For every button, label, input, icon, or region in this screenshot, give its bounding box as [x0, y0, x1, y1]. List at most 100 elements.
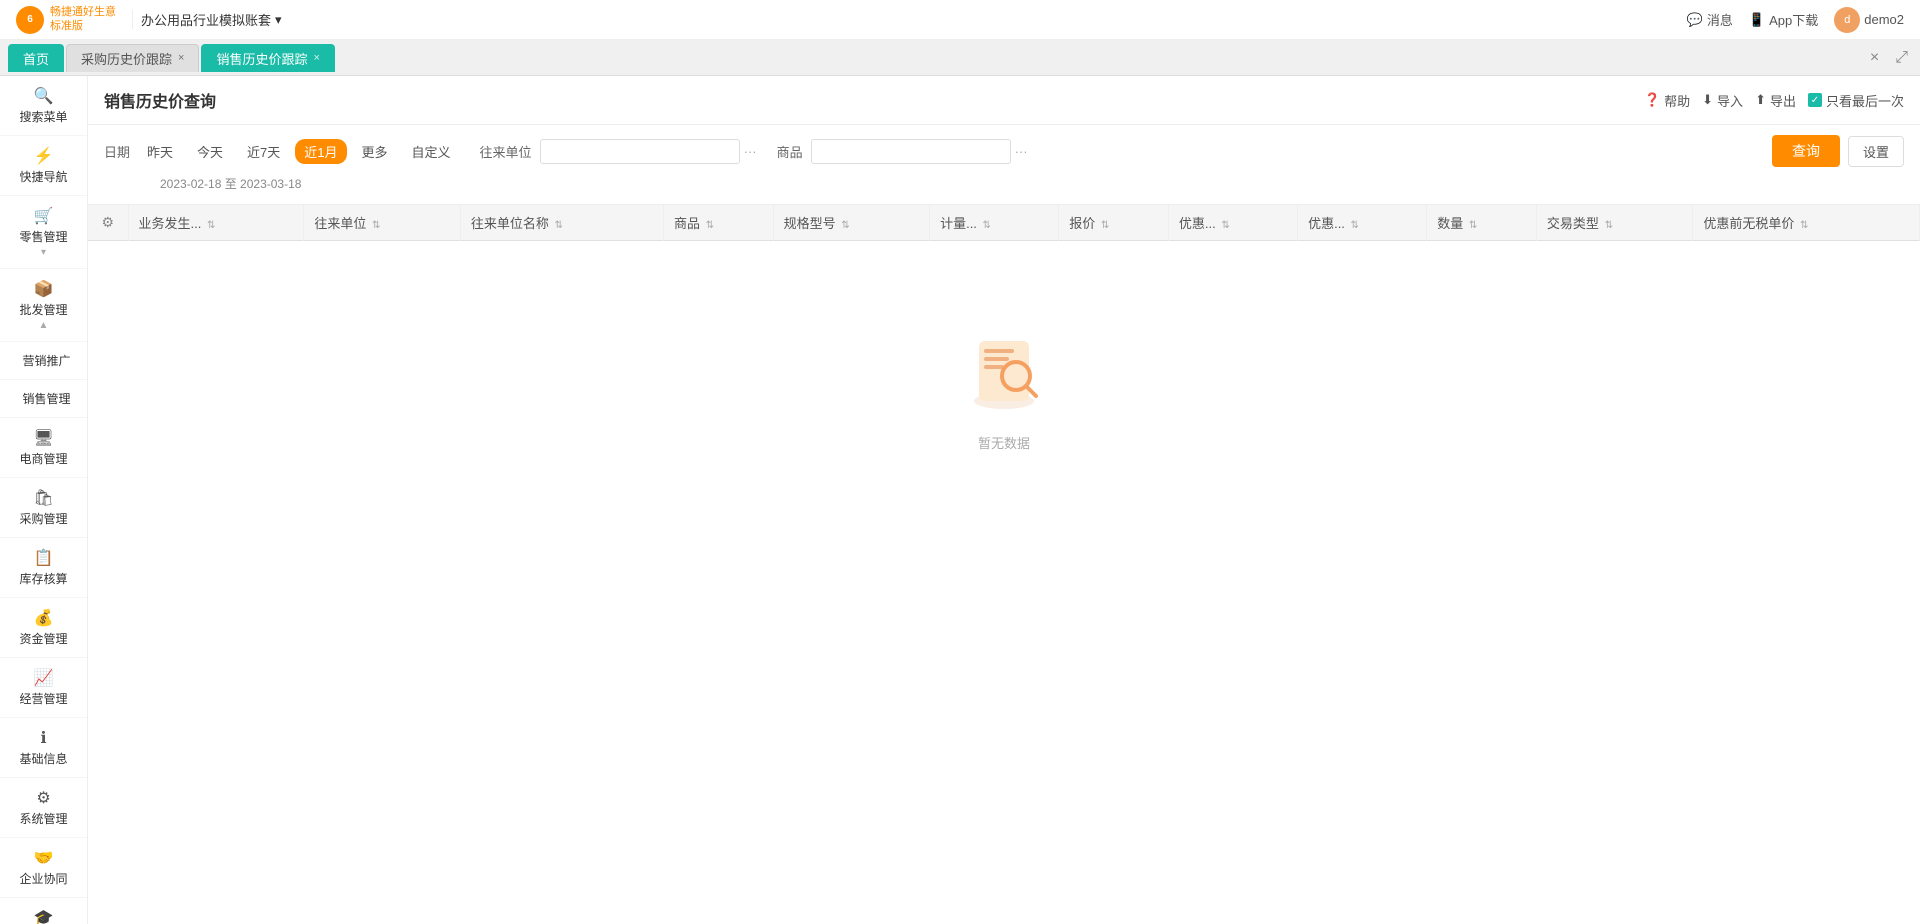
quick-nav-icon: ⚡	[34, 146, 54, 166]
user-area[interactable]: d demo2	[1834, 7, 1904, 33]
th-trade-type[interactable]: 交易类型 ⇅	[1536, 205, 1692, 241]
th-partner-name[interactable]: 往来单位名称 ⇅	[460, 205, 663, 241]
app-selector-label: 办公用品行业模拟账套	[141, 10, 271, 29]
message-icon: 💬	[1687, 12, 1703, 28]
sidebar-item-ecommerce[interactable]: 🖥 电商管理	[0, 418, 87, 478]
close-all-tabs-btn[interactable]: ×	[1866, 45, 1883, 71]
retail-arrow: ▾	[41, 247, 46, 258]
sidebar-item-wholesale[interactable]: 📦 批发管理 ▲	[0, 269, 87, 342]
partner-filter: 往来单位 ···	[480, 139, 757, 164]
product-dots[interactable]: ···	[1015, 144, 1028, 159]
sidebar-operations-label: 经营管理	[19, 690, 67, 707]
th-product[interactable]: 商品 ⇅	[663, 205, 773, 241]
sidebar-system-label: 系统管理	[19, 810, 67, 827]
product-input[interactable]	[811, 139, 1011, 164]
page-header: 销售历史价查询 ❓ 帮助 ⬇ 导入 ⬆ 导出 ✓	[88, 76, 1920, 125]
maximize-btn[interactable]: ⤢	[1891, 45, 1912, 71]
th-quote-label: 报价	[1069, 216, 1095, 231]
page-title: 销售历史价查询	[104, 88, 216, 112]
app-download-label: App下载	[1769, 10, 1818, 29]
th-gear[interactable]: ⚙	[88, 205, 128, 241]
message-label: 消息	[1707, 10, 1733, 29]
query-button[interactable]: 查询	[1772, 135, 1840, 167]
partner-dots[interactable]: ···	[744, 144, 757, 159]
th-discount1[interactable]: 优惠... ⇅	[1168, 205, 1297, 241]
th-partner-name-label: 往来单位名称	[471, 216, 549, 231]
date-btn-today[interactable]: 今天	[188, 139, 232, 164]
tab-bar: 首页 采购历史价跟踪 × 销售历史价跟踪 × × ⤢	[0, 40, 1920, 76]
th-biz-date[interactable]: 业务发生... ⇅	[128, 205, 304, 241]
th-trade-type-label: 交易类型	[1547, 216, 1599, 231]
filter-second-row: 2023-02-18 至 2023-03-18	[104, 175, 1904, 192]
message-btn[interactable]: 💬 消息	[1687, 10, 1733, 29]
help-icon: ❓	[1644, 92, 1660, 108]
sidebar-item-quick-nav[interactable]: ⚡ 快捷导航	[0, 136, 87, 196]
only-latest-checkbox[interactable]: ✓	[1808, 93, 1822, 107]
operations-icon: 📈	[34, 668, 54, 688]
sidebar-item-system[interactable]: ⚙ 系统管理	[0, 778, 87, 838]
sort-unit-icon: ⇅	[983, 220, 991, 231]
only-latest-toggle[interactable]: ✓ 只看最后一次	[1808, 91, 1904, 110]
sort-quote-icon: ⇅	[1101, 220, 1109, 231]
help-btn[interactable]: ❓ 帮助	[1644, 91, 1690, 110]
date-range-display: 2023-02-18 至 2023-03-18	[160, 175, 301, 192]
setting-button[interactable]: 设置	[1848, 136, 1904, 167]
export-btn[interactable]: ⬆ 导出	[1755, 91, 1796, 110]
th-discount2-label: 优惠...	[1308, 216, 1345, 231]
th-unit-label: 计量...	[940, 216, 977, 231]
date-btn-yesterday[interactable]: 昨天	[138, 139, 182, 164]
date-btn-1month[interactable]: 近1月	[295, 139, 346, 164]
sidebar-enterprise-label: 企业协同	[19, 870, 67, 887]
empty-state-icon	[954, 321, 1054, 421]
system-icon: ⚙	[36, 788, 50, 808]
logo-text: 畅捷通好生意 标准版	[50, 6, 116, 32]
sidebar-item-marketing[interactable]: 营销推广	[0, 342, 87, 380]
sidebar-item-retail[interactable]: 🛒 零售管理 ▾	[0, 196, 87, 269]
sort-product-icon: ⇅	[706, 220, 714, 231]
th-unit[interactable]: 计量... ⇅	[930, 205, 1059, 241]
import-btn[interactable]: ⬇ 导入	[1702, 91, 1743, 110]
sidebar-item-enterprise[interactable]: 🤝 企业协同	[0, 838, 87, 898]
th-quantity[interactable]: 数量 ⇅	[1427, 205, 1537, 241]
page-title-row: 销售历史价查询 ❓ 帮助 ⬇ 导入 ⬆ 导出 ✓	[104, 88, 1904, 112]
date-btn-7days[interactable]: 近7天	[238, 139, 289, 164]
sidebar-item-finance[interactable]: 💰 资金管理	[0, 598, 87, 658]
app-selector[interactable]: 办公用品行业模拟账套 ▾	[132, 10, 290, 29]
main-layout: 🔍 搜索菜单 ⚡ 快捷导航 🛒 零售管理 ▾ 📦 批发管理 ▲ 营销推广 销售管…	[0, 76, 1920, 924]
sidebar-item-operations[interactable]: 📈 经营管理	[0, 658, 87, 718]
filter-bar: 日期 昨天 今天 近7天 近1月 更多 自定义 往来单位 ···	[88, 125, 1920, 205]
import-icon: ⬇	[1702, 92, 1713, 108]
tab-home[interactable]: 首页	[8, 44, 64, 72]
th-discount2[interactable]: 优惠... ⇅	[1298, 205, 1427, 241]
partner-input[interactable]	[540, 139, 740, 164]
empty-state: 暂无数据	[88, 241, 1920, 532]
finance-icon: 💰	[34, 608, 54, 628]
sidebar-basic-info-label: 基础信息	[19, 750, 67, 767]
username: demo2	[1864, 12, 1904, 27]
tab-sales-history-close[interactable]: ×	[313, 52, 319, 64]
th-partner-code[interactable]: 往来单位 ⇅	[304, 205, 460, 241]
date-btn-custom[interactable]: 自定义	[403, 139, 460, 164]
date-filter: 日期 昨天 今天 近7天 近1月 更多 自定义	[104, 139, 460, 164]
logo-icon: 6	[16, 6, 44, 34]
th-spec[interactable]: 规格型号 ⇅	[773, 205, 929, 241]
date-btn-more[interactable]: 更多	[353, 139, 397, 164]
tab-sales-history[interactable]: 销售历史价跟踪 ×	[201, 44, 334, 72]
th-quote[interactable]: 报价 ⇅	[1059, 205, 1169, 241]
sidebar-item-inventory[interactable]: 📋 库存核算	[0, 538, 87, 598]
app-download-btn[interactable]: 📱 App下载	[1749, 10, 1818, 29]
tab-purchase-history-close[interactable]: ×	[178, 52, 184, 64]
gear-icon[interactable]: ⚙	[101, 214, 114, 230]
sidebar-item-purchase[interactable]: 🛍 采购管理	[0, 478, 87, 538]
sidebar-item-basic-info[interactable]: ℹ 基础信息	[0, 718, 87, 778]
top-header: 6 畅捷通好生意 标准版 办公用品行业模拟账套 ▾ 💬 消息 📱 App下载 d…	[0, 0, 1920, 40]
tab-purchase-history[interactable]: 采购历史价跟踪 ×	[66, 44, 199, 72]
empty-text: 暂无数据	[978, 433, 1030, 452]
sidebar-item-sales-mgmt[interactable]: 销售管理	[0, 380, 87, 418]
filter-row: 日期 昨天 今天 近7天 近1月 更多 自定义 往来单位 ···	[104, 135, 1904, 167]
sidebar-item-search[interactable]: 🔍 搜索菜单	[0, 76, 87, 136]
header-left: 6 畅捷通好生意 标准版 办公用品行业模拟账套 ▾	[16, 6, 290, 34]
import-label: 导入	[1717, 91, 1743, 110]
sidebar-item-guide[interactable]: 🎓 新手引导	[0, 898, 87, 924]
th-pretax-price[interactable]: 优惠前无税单价 ⇅	[1693, 205, 1920, 241]
